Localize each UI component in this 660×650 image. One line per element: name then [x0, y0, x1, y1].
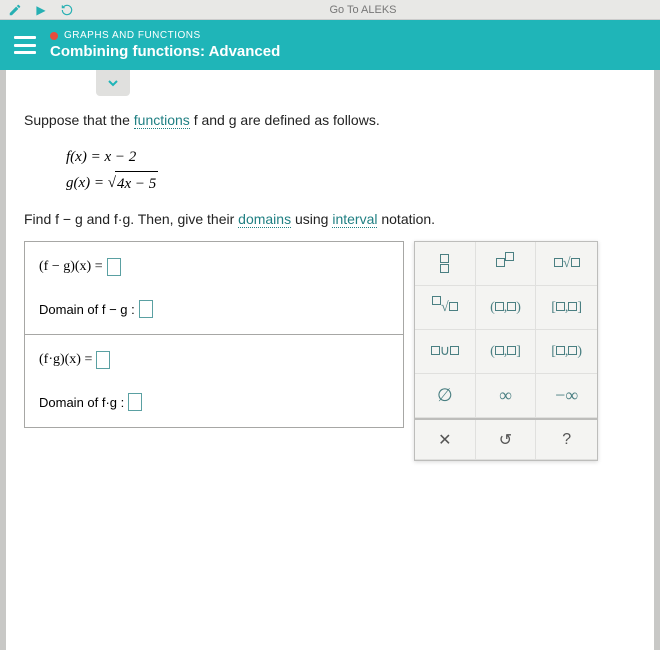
answer-table: (f − g)(x) = Domain of f − g : (f·g)(x) …: [24, 241, 404, 428]
equations-block: f(x) = x − 2 g(x) = √ 4x − 5: [66, 145, 636, 197]
reset-icon: ↺: [499, 430, 512, 450]
expand-tab[interactable]: [96, 70, 130, 96]
ftimesg-domain-input[interactable]: [128, 393, 142, 411]
ftimesg-domain-label: Domain of f·g :: [39, 395, 124, 410]
palette-exponent[interactable]: [476, 242, 537, 286]
palette-clear-button[interactable]: ✕: [415, 420, 476, 460]
open-interval-icon: (,): [490, 300, 521, 316]
go-to-aleks-label[interactable]: Go To ALEKS: [74, 4, 652, 16]
menu-icon[interactable]: [14, 36, 36, 54]
palette-fraction[interactable]: [415, 242, 476, 286]
lesson-header: GRAPHS AND FUNCTIONS Combining functions…: [0, 20, 660, 70]
browser-top-bar: ▶ Go To ALEKS: [0, 0, 660, 20]
instr-a: Find f − g and f·g. Then, give their: [24, 211, 238, 227]
nthroot-icon: √: [432, 300, 458, 316]
fminusg-expression: (f − g)(x) =: [39, 258, 389, 276]
equation-g: g(x) = √ 4x − 5: [66, 171, 636, 198]
prompt-text-a: Suppose that the: [24, 112, 134, 128]
infinity-icon: ∞: [499, 385, 512, 406]
palette-empty-set[interactable]: ∅: [415, 374, 476, 418]
category-label: GRAPHS AND FUNCTIONS: [50, 30, 280, 41]
fminusg-domain-label: Domain of f − g :: [39, 302, 135, 317]
g-eq: =: [94, 175, 104, 191]
ftimesg-label: (f·g)(x) =: [39, 352, 92, 368]
union-icon: ∪: [431, 343, 459, 360]
prompt-line: Suppose that the functions f and g are d…: [24, 110, 636, 131]
exponent-icon: [496, 256, 514, 272]
work-area: (f − g)(x) = Domain of f − g : (f·g)(x) …: [24, 241, 636, 461]
instr-b: using: [291, 211, 332, 227]
fminusg-label: (f − g)(x) =: [39, 259, 103, 275]
symbol-palette: √ √ (,) [,] ∪ (,] [,): [414, 241, 598, 461]
palette-grid: √ √ (,) [,] ∪ (,] [,): [415, 242, 597, 418]
chevron-down-icon: [105, 75, 121, 91]
palette-open-interval[interactable]: (,): [476, 286, 537, 330]
category-text: GRAPHS AND FUNCTIONS: [64, 30, 201, 41]
neg-infinity-icon: −∞: [555, 385, 578, 406]
palette-help-button[interactable]: ?: [536, 420, 597, 460]
palette-footer: ✕ ↺ ?: [415, 418, 597, 460]
answer-row-fminusg: (f − g)(x) = Domain of f − g :: [25, 242, 403, 335]
fminusg-domain-input[interactable]: [139, 300, 153, 318]
ftimesg-domain: Domain of f·g :: [39, 393, 389, 411]
ftimesg-expression: (f·g)(x) =: [39, 351, 389, 369]
fminusg-domain: Domain of f − g :: [39, 300, 389, 318]
equation-f: f(x) = x − 2: [66, 145, 636, 171]
content-area: Suppose that the functions f and g are d…: [6, 70, 654, 650]
domains-link[interactable]: domains: [238, 211, 291, 228]
palette-half-open-left[interactable]: (,]: [476, 330, 537, 374]
g-radicand: 4x − 5: [115, 171, 158, 198]
sqrt-expression: √ 4x − 5: [108, 171, 159, 198]
empty-set-icon: ∅: [437, 385, 453, 406]
prompt-text-b: f and g are defined as follows.: [190, 112, 380, 128]
fminusg-input[interactable]: [107, 258, 121, 276]
palette-sqrt[interactable]: √: [536, 242, 597, 286]
header-text: GRAPHS AND FUNCTIONS Combining functions…: [50, 30, 280, 60]
closed-interval-icon: [,]: [551, 300, 582, 316]
lesson-title: Combining functions: Advanced: [50, 43, 280, 60]
instruction-line: Find f − g and f·g. Then, give their dom…: [24, 211, 636, 227]
half-open-left-icon: (,]: [490, 344, 521, 360]
functions-link[interactable]: functions: [134, 112, 190, 129]
pencil-icon[interactable]: [8, 3, 22, 17]
ftimesg-input[interactable]: [96, 351, 110, 369]
half-open-right-icon: [,): [551, 344, 582, 360]
refresh-icon[interactable]: [60, 3, 74, 17]
status-dot-icon: [50, 32, 58, 40]
interval-link[interactable]: interval: [332, 211, 377, 228]
palette-neg-infinity[interactable]: −∞: [536, 374, 597, 418]
fraction-icon: [440, 254, 449, 273]
play-icon[interactable]: ▶: [34, 3, 48, 17]
help-icon: ?: [562, 431, 571, 449]
f-rhs: = x − 2: [91, 149, 137, 165]
palette-reset-button[interactable]: ↺: [476, 420, 537, 460]
answer-row-ftimesg: (f·g)(x) = Domain of f·g :: [25, 335, 403, 427]
instr-c: notation.: [377, 211, 435, 227]
f-lhs: f(x): [66, 149, 87, 165]
palette-half-open-right[interactable]: [,): [536, 330, 597, 374]
sqrt-icon: √: [554, 256, 580, 272]
palette-infinity[interactable]: ∞: [476, 374, 537, 418]
top-bar-icons: ▶: [8, 3, 74, 17]
palette-nthroot[interactable]: √: [415, 286, 476, 330]
g-lhs: g(x): [66, 175, 90, 191]
close-icon: ✕: [438, 430, 451, 450]
palette-closed-interval[interactable]: [,]: [536, 286, 597, 330]
palette-union[interactable]: ∪: [415, 330, 476, 374]
